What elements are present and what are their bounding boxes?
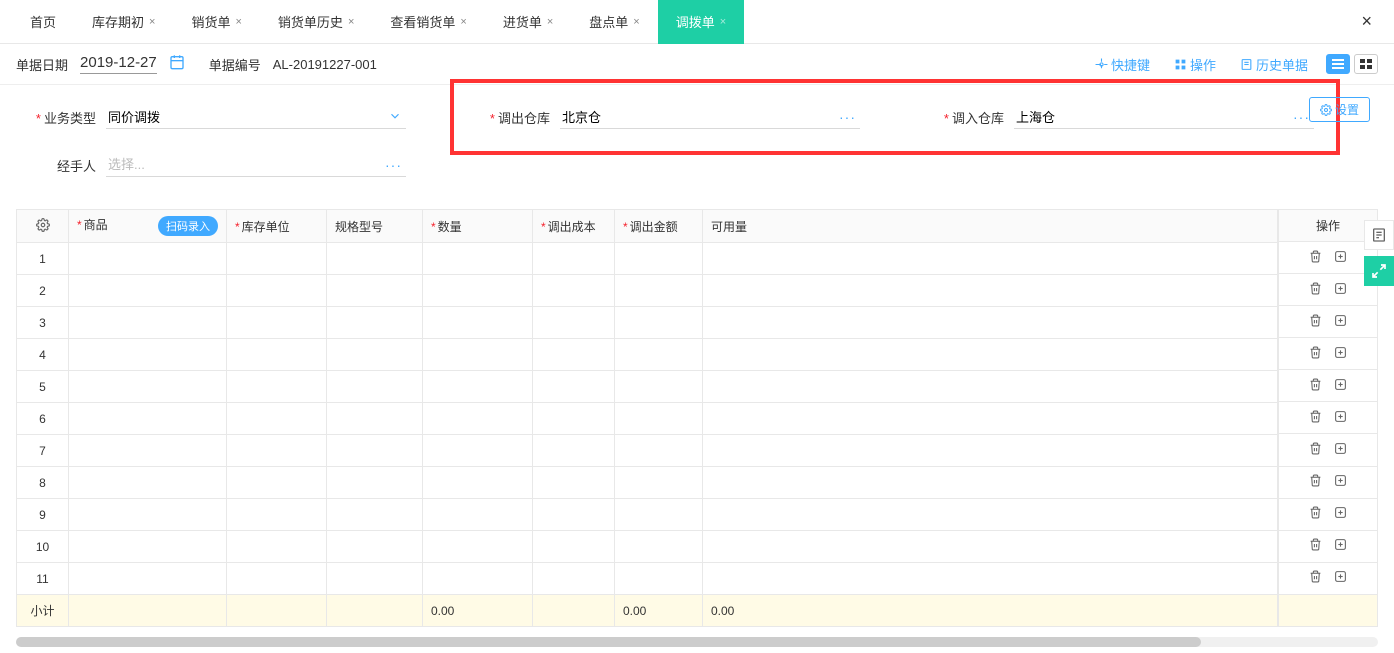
delete-row-icon[interactable] [1309, 570, 1322, 586]
more-icon[interactable]: ··· [839, 109, 856, 125]
in-warehouse-label: 调入仓库 [924, 108, 1014, 127]
biz-type-label: 业务类型 [16, 108, 106, 127]
add-row-icon[interactable] [1334, 506, 1347, 522]
delete-row-icon[interactable] [1309, 442, 1322, 458]
tab-查看销货单[interactable]: 查看销货单× [372, 0, 484, 44]
add-row-icon[interactable] [1334, 410, 1347, 426]
date-value[interactable]: 2019-12-27 [80, 54, 157, 74]
in-warehouse-select[interactable] [1014, 105, 1314, 129]
chevron-down-icon[interactable] [388, 109, 402, 126]
table-row[interactable]: 11 [17, 563, 1278, 595]
date-label: 单据日期 [16, 55, 68, 74]
tab-close-icon[interactable]: × [235, 16, 241, 28]
tab-首页[interactable]: 首页 [12, 0, 74, 44]
delete-row-icon[interactable] [1309, 410, 1322, 426]
shortcut-link[interactable]: 快捷键 [1089, 55, 1156, 74]
more-icon[interactable]: ··· [1293, 109, 1310, 125]
subtotal-row: 小计0.000.000.00 [17, 595, 1278, 627]
tab-调拨单[interactable]: 调拨单× [658, 0, 744, 44]
dock-expand-button[interactable] [1364, 256, 1394, 286]
view-list-button[interactable] [1326, 54, 1350, 74]
delete-row-icon[interactable] [1309, 314, 1322, 330]
ops-column: 操作 [1278, 209, 1378, 627]
col-product: 商品 [77, 218, 108, 232]
calendar-icon[interactable] [169, 54, 185, 74]
history-link[interactable]: 历史单据 [1234, 55, 1314, 74]
doc-no-label: 单据编号 [209, 55, 261, 74]
table-row[interactable]: 2 [17, 275, 1278, 307]
add-row-icon[interactable] [1334, 378, 1347, 394]
add-row-icon[interactable] [1334, 314, 1347, 330]
col-ops: 操作 [1279, 210, 1378, 242]
tab-close-icon[interactable]: × [460, 16, 466, 28]
delete-row-icon[interactable] [1309, 538, 1322, 554]
tab-进货单[interactable]: 进货单× [485, 0, 571, 44]
tab-销货单历史[interactable]: 销货单历史× [260, 0, 372, 44]
add-row-icon[interactable] [1334, 346, 1347, 362]
horizontal-scrollbar[interactable] [16, 637, 1378, 647]
table-row[interactable]: 5 [17, 371, 1278, 403]
scan-badge[interactable]: 扫码录入 [158, 216, 218, 236]
col-spec: 规格型号 [327, 210, 423, 243]
items-table: 商品 扫码录入 库存单位 规格型号 数量 调出成本 调出金额 可用量 123456… [16, 209, 1278, 627]
handler-select[interactable] [106, 153, 406, 177]
out-warehouse-label: 调出仓库 [470, 108, 560, 127]
document-header: 单据日期 2019-12-27 单据编号 AL-20191227-001 快捷键… [0, 44, 1394, 85]
settings-button[interactable]: 设置 [1309, 97, 1370, 122]
add-row-icon[interactable] [1334, 282, 1347, 298]
gear-icon[interactable] [36, 221, 50, 235]
delete-row-icon[interactable] [1309, 378, 1322, 394]
dock-notes-button[interactable] [1364, 220, 1394, 250]
doc-no-value: AL-20191227-001 [273, 57, 377, 72]
add-row-icon[interactable] [1334, 442, 1347, 458]
delete-row-icon[interactable] [1309, 506, 1322, 522]
delete-row-icon[interactable] [1309, 250, 1322, 266]
tabs-bar: 首页库存期初×销货单×销货单历史×查看销货单×进货单×盘点单×调拨单× × [0, 0, 1394, 44]
col-available: 可用量 [703, 210, 1278, 243]
out-warehouse-select[interactable] [560, 105, 860, 129]
add-row-icon[interactable] [1334, 570, 1347, 586]
close-all-icon[interactable]: × [1351, 11, 1382, 32]
tab-close-icon[interactable]: × [348, 16, 354, 28]
form-area: 业务类型 调出仓库 ··· 调入仓库 ··· 经手人 ··· 设置 [0, 85, 1394, 209]
col-qty: 数量 [431, 220, 462, 234]
table-row[interactable]: 3 [17, 307, 1278, 339]
delete-row-icon[interactable] [1309, 282, 1322, 298]
col-unit: 库存单位 [235, 220, 290, 234]
tab-close-icon[interactable]: × [633, 16, 639, 28]
col-cost: 调出成本 [541, 220, 596, 234]
add-row-icon[interactable] [1334, 250, 1347, 266]
tab-close-icon[interactable]: × [547, 16, 553, 28]
tab-库存期初[interactable]: 库存期初× [74, 0, 173, 44]
handler-label: 经手人 [16, 156, 106, 175]
table-row[interactable]: 9 [17, 499, 1278, 531]
delete-row-icon[interactable] [1309, 346, 1322, 362]
tab-close-icon[interactable]: × [720, 16, 726, 28]
table-row[interactable]: 1 [17, 243, 1278, 275]
tab-close-icon[interactable]: × [149, 16, 155, 28]
table-row[interactable]: 7 [17, 435, 1278, 467]
table-row[interactable]: 10 [17, 531, 1278, 563]
more-icon[interactable]: ··· [385, 157, 402, 173]
add-row-icon[interactable] [1334, 474, 1347, 490]
biz-type-select[interactable] [106, 105, 406, 129]
operate-link[interactable]: 操作 [1168, 55, 1222, 74]
col-amount: 调出金额 [623, 220, 678, 234]
tab-盘点单[interactable]: 盘点单× [571, 0, 657, 44]
table-row[interactable]: 8 [17, 467, 1278, 499]
table-row[interactable]: 4 [17, 339, 1278, 371]
view-grid-button[interactable] [1354, 54, 1378, 74]
table-row[interactable]: 6 [17, 403, 1278, 435]
table-wrapper: 商品 扫码录入 库存单位 规格型号 数量 调出成本 调出金额 可用量 123456… [0, 209, 1394, 637]
delete-row-icon[interactable] [1309, 474, 1322, 490]
tab-销货单[interactable]: 销货单× [173, 0, 259, 44]
add-row-icon[interactable] [1334, 538, 1347, 554]
